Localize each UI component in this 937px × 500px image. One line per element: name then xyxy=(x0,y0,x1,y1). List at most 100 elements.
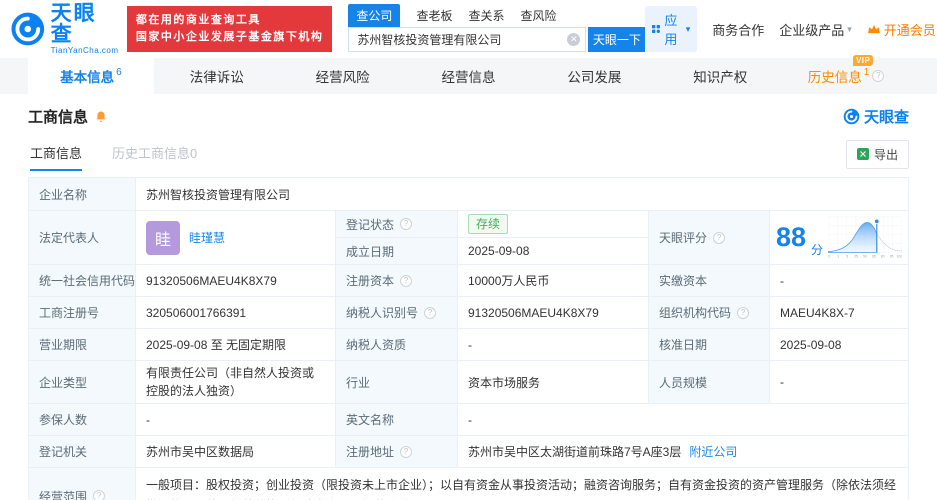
info-icon[interactable]: ? xyxy=(93,490,106,500)
field-value-reg-address: 苏州市吴中区太湖街道前珠路7号A座3层 附近公司 xyxy=(458,436,909,468)
field-label-business-scope: 经营范围 ? xyxy=(29,468,136,500)
search-tab-company[interactable]: 查公司 xyxy=(348,4,401,27)
field-label-reg-status: 登记状态 ? xyxy=(336,211,458,238)
field-label-taxpayer-id: 纳税人识别号 ? xyxy=(336,297,458,329)
tab-operating-risk[interactable]: 经营风险 xyxy=(280,58,406,94)
search-tab-boss[interactable]: 查老板 xyxy=(416,7,452,27)
tab-basic-info-label: 基本信息 xyxy=(60,70,115,85)
field-value-establish-date: 2025-09-08 xyxy=(458,238,649,265)
org-code-label-text: 组织机构代码 xyxy=(659,306,732,320)
credit-code-label-text: 统一社会信用代码 xyxy=(39,274,136,288)
info-icon[interactable]: ? xyxy=(400,218,413,230)
crown-icon xyxy=(867,24,880,34)
field-value-score: 88 分 0 1 5 25 50 65 80 95 100 xyxy=(770,211,909,265)
tab-company-development[interactable]: 公司发展 xyxy=(531,58,657,94)
svg-text:25: 25 xyxy=(854,254,858,258)
field-label-staff-size: 人员规模 xyxy=(649,361,770,404)
field-value-reg-number: 320506001766391 xyxy=(136,297,336,329)
info-icon[interactable]: ? xyxy=(713,231,726,244)
field-value-business-term: 2025-09-08 至 无固定期限 xyxy=(136,329,336,361)
logo-title: 天眼查 xyxy=(50,2,97,46)
chevron-down-icon: ▾ xyxy=(847,23,852,34)
section-title: 工商信息 xyxy=(28,109,89,126)
tab-legal[interactable]: 法律诉讼 xyxy=(154,58,280,94)
menu-cooperation[interactable]: 商务合作 xyxy=(712,20,764,39)
reg-status-label-text: 登记状态 xyxy=(346,217,395,232)
field-label-credit-code: 统一社会信用代码 ? xyxy=(29,265,136,297)
field-label-reg-address: 注册地址 ? xyxy=(336,436,458,468)
field-value-business-scope: 一般项目：股权投资；创业投资（限投资未上市企业）；以自有资金从事投资活动；融资咨… xyxy=(136,468,909,500)
info-icon[interactable]: ? xyxy=(872,70,885,82)
field-label-business-term: 营业期限 xyxy=(29,329,136,361)
search-input[interactable] xyxy=(348,27,587,52)
info-icon[interactable]: ? xyxy=(400,274,413,287)
tab-history-label: 历史信息 xyxy=(807,70,862,85)
field-label-org-code: 组织机构代码 ? xyxy=(649,297,770,329)
business-info-subtabs: 工商信息 历史工商信息0 导出 xyxy=(0,135,937,171)
promo-banner: 都在用的商业查询工具 国家中小企业发展子基金旗下机构 xyxy=(126,5,333,53)
svg-text:5: 5 xyxy=(846,254,848,258)
enterprise-label: 企业级产品 xyxy=(779,22,845,38)
top-header: 天眼查 TianYanCha.com 都在用的商业查询工具 国家中小企业发展子基… xyxy=(0,0,937,58)
field-value-industry: 资本市场服务 xyxy=(458,361,649,404)
field-label-company-type: 企业类型 xyxy=(29,361,136,404)
search-tab-risk[interactable]: 查风险 xyxy=(520,7,556,27)
tab-history-count: 1 xyxy=(863,66,870,78)
field-label-establish-date: 成立日期 xyxy=(336,238,458,265)
open-vip-link[interactable]: 开通会员 ▾ xyxy=(867,20,937,39)
field-value-credit-code: 91320506MAEU4K8X79 xyxy=(136,265,336,297)
chevron-down-icon: ▾ xyxy=(685,23,691,34)
field-label-industry: 行业 xyxy=(336,361,458,404)
tianyancha-logo[interactable]: 天眼查 TianYanCha.com xyxy=(10,3,119,55)
subtab-history[interactable]: 历史工商信息0 xyxy=(110,137,199,171)
score-distribution-chart: 0 1 5 25 50 65 80 95 100 xyxy=(828,216,902,258)
apps-label: 应用 xyxy=(664,13,678,47)
info-icon[interactable]: ? xyxy=(737,306,750,319)
field-value-org-code: MAEU4K8X-7 xyxy=(770,297,909,329)
vip-label: 开通会员 xyxy=(883,22,936,38)
apps-menu[interactable]: 应用 ▾ xyxy=(645,6,698,52)
tab-business-info[interactable]: 经营信息 xyxy=(406,58,532,94)
search-area: 查公司 查老板 查关系 查风险 ✕ 天眼一下 xyxy=(348,4,646,52)
promo-banner-line2: 国家中小企业发展子基金旗下机构 xyxy=(135,31,324,43)
field-label-insured-count: 参保人数 xyxy=(29,404,136,436)
info-icon[interactable]: ? xyxy=(424,306,437,319)
tianyancha-brand-icon xyxy=(843,108,860,125)
business-scope-label-text: 经营范围 xyxy=(39,489,88,500)
field-label-reg-authority: 登记机关 xyxy=(29,436,136,468)
subscribe-bell-button[interactable] xyxy=(94,110,108,124)
info-icon[interactable]: ? xyxy=(400,445,413,458)
field-label-reg-number: 工商注册号 xyxy=(29,297,136,329)
export-label: 导出 xyxy=(873,147,898,162)
export-button[interactable]: 导出 xyxy=(845,139,909,169)
field-value-taxpayer-id: 91320506MAEU4K8X79 xyxy=(458,297,649,329)
field-value-company-name: 苏州智核投资管理有限公司 xyxy=(136,178,909,211)
apps-grid-icon xyxy=(652,25,661,33)
reg-capital-label-text: 注册资本 xyxy=(346,274,395,288)
field-value-company-type: 有限责任公司（非自然人投资或控股的法人独资） xyxy=(136,361,336,404)
field-value-english-name: - xyxy=(458,404,909,436)
tianyancha-logo-icon xyxy=(11,12,45,46)
legal-rep-avatar[interactable]: 眭 xyxy=(146,220,180,255)
field-label-legal-rep: 法定代表人 xyxy=(29,211,136,265)
field-label-taxpayer-quality: 纳税人资质 xyxy=(336,329,458,361)
score-unit: 分 xyxy=(811,243,824,257)
svg-text:1: 1 xyxy=(837,254,839,258)
tab-basic-info[interactable]: 基本信息 6 xyxy=(28,58,154,94)
nearby-companies-link[interactable]: 附近公司 xyxy=(689,443,737,460)
search-button[interactable]: 天眼一下 xyxy=(588,27,646,52)
field-value-taxpayer-quality: - xyxy=(458,329,649,361)
svg-text:50: 50 xyxy=(863,254,867,258)
field-label-company-name: 企业名称 xyxy=(29,178,136,211)
taxpayer-id-label-text: 纳税人识别号 xyxy=(346,306,419,320)
bell-icon xyxy=(96,110,106,122)
svg-text:100: 100 xyxy=(897,254,902,258)
menu-enterprise[interactable]: 企业级产品 ▾ xyxy=(779,20,852,39)
search-tab-relation[interactable]: 查关系 xyxy=(468,7,504,27)
tab-intellectual-property[interactable]: 知识产权 xyxy=(657,58,783,94)
field-label-paid-capital: 实缴资本 xyxy=(649,265,770,297)
subtab-current[interactable]: 工商信息 xyxy=(28,137,84,171)
tab-history-info[interactable]: 历史信息 1 VIP ? xyxy=(783,55,909,94)
company-nav-tabs: 基本信息 6 法律诉讼 经营风险 经营信息 公司发展 知识产权 历史信息 1 V… xyxy=(0,55,937,94)
legal-rep-link[interactable]: 眭瑾慧 xyxy=(189,229,225,246)
